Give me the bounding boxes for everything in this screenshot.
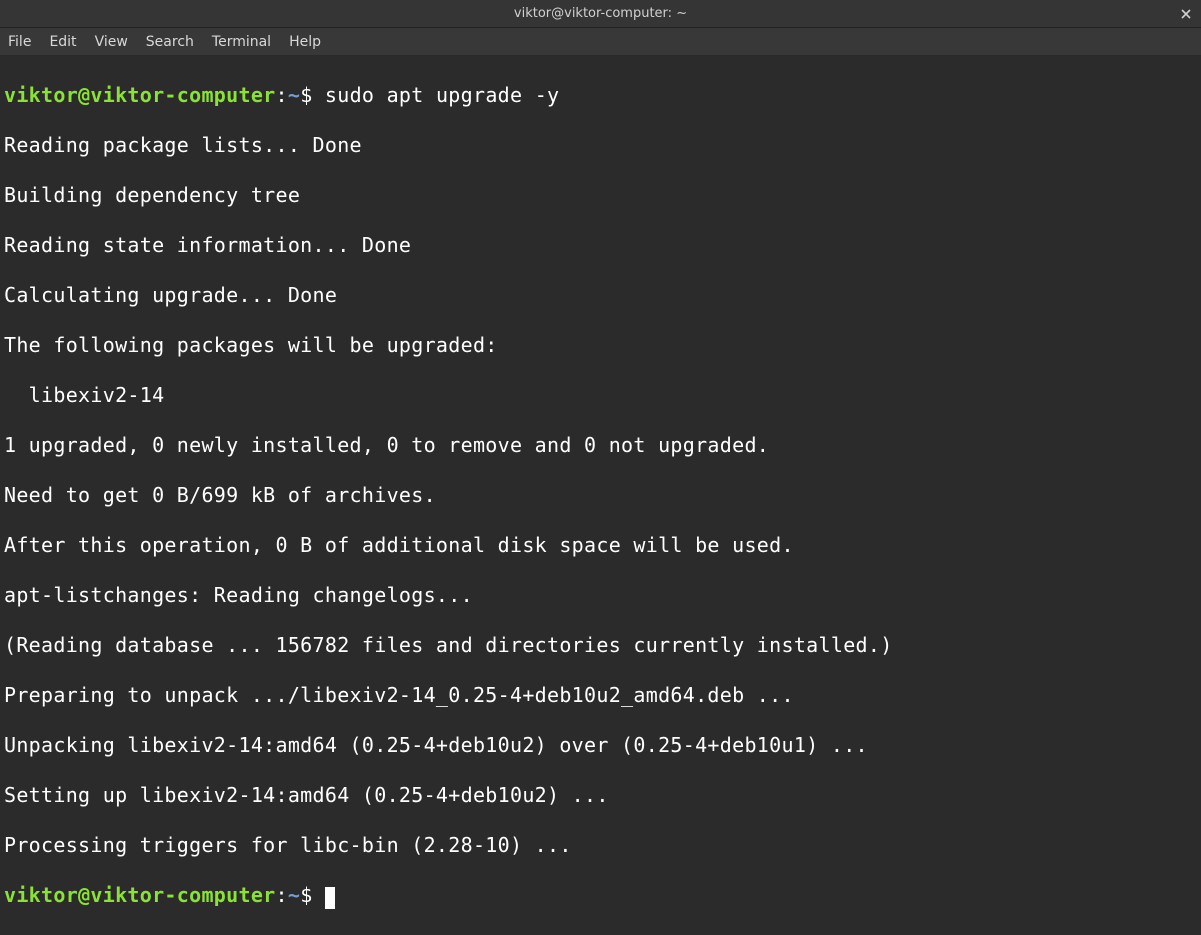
prompt-dollar: $ <box>300 883 325 907</box>
menu-terminal[interactable]: Terminal <box>212 34 271 50</box>
output-line: Calculating upgrade... Done <box>4 283 1197 308</box>
menu-file[interactable]: File <box>8 34 31 50</box>
terminal-viewport[interactable]: viktor@viktor-computer:~$ sudo apt upgra… <box>0 56 1201 935</box>
prompt-user-host: viktor@viktor-computer <box>4 83 276 107</box>
menu-edit[interactable]: Edit <box>49 34 76 50</box>
menu-view[interactable]: View <box>95 34 128 50</box>
close-icon <box>1181 9 1191 19</box>
window-titlebar: viktor@viktor-computer: ~ <box>0 0 1201 28</box>
output-line: The following packages will be upgraded: <box>4 333 1197 358</box>
output-line: Reading state information... Done <box>4 233 1197 258</box>
window-title: viktor@viktor-computer: ~ <box>514 6 687 21</box>
menubar: File Edit View Search Terminal Help <box>0 28 1201 56</box>
output-line: 1 upgraded, 0 newly installed, 0 to remo… <box>4 433 1197 458</box>
prompt-path: ~ <box>288 83 300 107</box>
output-line: Preparing to unpack .../libexiv2-14_0.25… <box>4 683 1197 708</box>
output-line: Need to get 0 B/699 kB of archives. <box>4 483 1197 508</box>
command-text: sudo apt upgrade -y <box>325 83 559 107</box>
output-line: Unpacking libexiv2-14:amd64 (0.25-4+deb1… <box>4 733 1197 758</box>
prompt-line: viktor@viktor-computer:~$ sudo apt upgra… <box>4 83 1197 108</box>
prompt-colon: : <box>276 83 288 107</box>
prompt-dollar: $ <box>300 83 325 107</box>
output-line: (Reading database ... 156782 files and d… <box>4 633 1197 658</box>
terminal-cursor <box>325 887 335 909</box>
output-line: Reading package lists... Done <box>4 133 1197 158</box>
output-line: apt-listchanges: Reading changelogs... <box>4 583 1197 608</box>
prompt-path: ~ <box>288 883 300 907</box>
menu-help[interactable]: Help <box>289 34 321 50</box>
output-line: Setting up libexiv2-14:amd64 (0.25-4+deb… <box>4 783 1197 808</box>
prompt-colon: : <box>276 883 288 907</box>
output-line: libexiv2-14 <box>4 383 1197 408</box>
window-close-button[interactable] <box>1179 7 1193 21</box>
prompt-user-host: viktor@viktor-computer <box>4 883 276 907</box>
output-line: Building dependency tree <box>4 183 1197 208</box>
output-line: After this operation, 0 B of additional … <box>4 533 1197 558</box>
prompt-line-ready: viktor@viktor-computer:~$ <box>4 883 1197 908</box>
output-line: Processing triggers for libc-bin (2.28-1… <box>4 833 1197 858</box>
menu-search[interactable]: Search <box>146 34 194 50</box>
